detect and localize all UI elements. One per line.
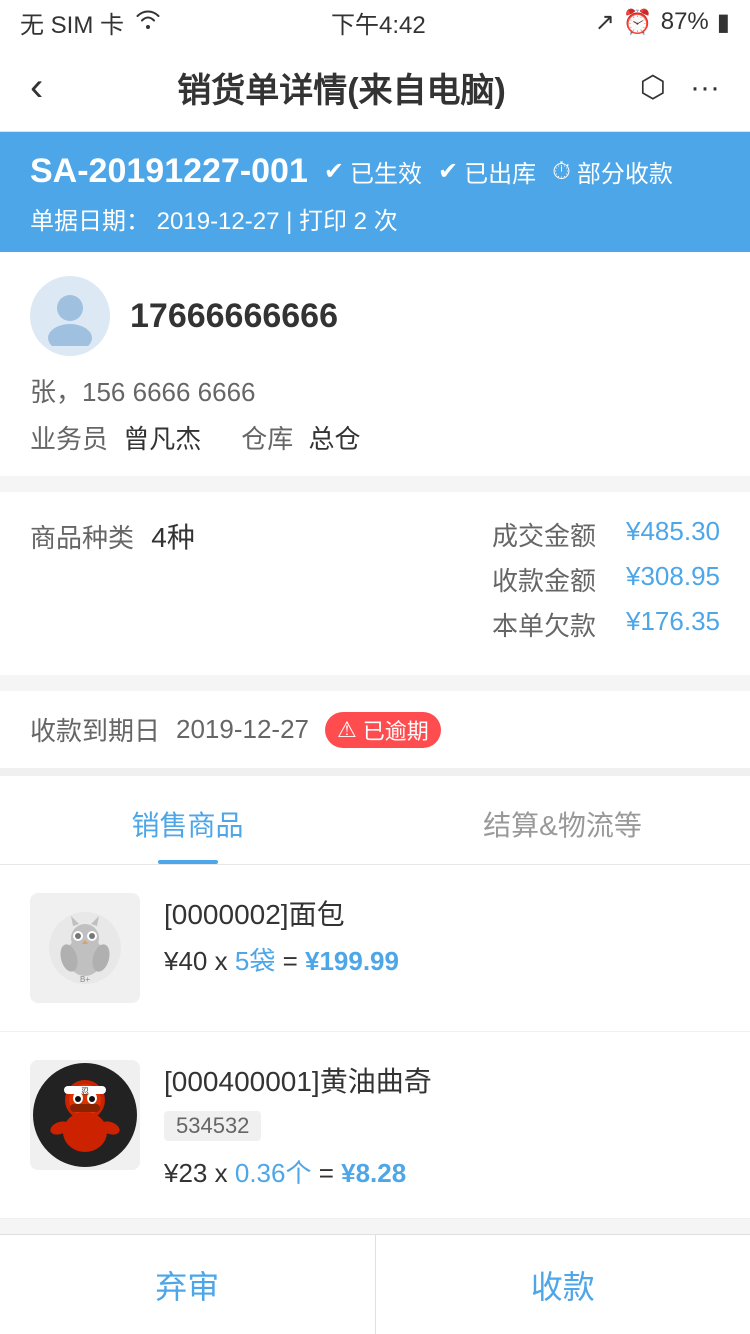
header-band-top: SA-20191227-001 ✔ 已生效 ✔ 已出库 ⏱ 部分收款 — [30, 152, 720, 191]
products-section: B+ [0000002]面包 ¥40 x 5袋 = ¥199.99 — [0, 865, 750, 1219]
product-price-2: ¥23 x 0.36个 = ¥8.28 — [164, 1153, 720, 1190]
header-band: SA-20191227-001 ✔ 已生效 ✔ 已出库 ⏱ 部分收款 单据日期：… — [0, 132, 750, 252]
badge-partial: ⏱ 部分收款 — [552, 154, 673, 189]
received-row: 收款金额 ¥308.95 — [492, 561, 720, 598]
product-price-1: ¥40 x 5袋 = ¥199.99 — [164, 941, 720, 978]
status-left: 无 SIM 卡 — [20, 5, 162, 40]
tabs-section: 销售商品 结算&物流等 — [0, 776, 750, 865]
overdue-badge: ⚠ 已逾期 — [325, 712, 441, 748]
summary-amounts: 成交金额 ¥485.30 收款金额 ¥308.95 本单欠款 ¥176.35 — [492, 516, 720, 651]
battery-text: 87% — [661, 8, 709, 36]
collect-payment-button[interactable]: 收款 — [376, 1235, 750, 1334]
status-bar: 无 SIM 卡 下午4:42 ↗ ⏰ 87% ▮ — [0, 0, 750, 44]
nav-actions: ⬡ ··· — [640, 70, 720, 105]
bottom-bar: 弃审 收款 — [0, 1234, 750, 1334]
product-name-1: [0000002]面包 — [164, 893, 720, 933]
product-info-1: [0000002]面包 ¥40 x 5袋 = ¥199.99 — [164, 893, 720, 978]
status-right: ↗ ⏰ 87% ▮ — [595, 8, 730, 37]
due-date-section: 收款到期日 2019-12-27 ⚠ 已逾期 — [0, 691, 750, 776]
share-icon[interactable]: ⬡ — [640, 70, 666, 105]
summary-section: 商品种类 4种 成交金额 ¥485.30 收款金额 ¥308.95 本单欠款 ¥… — [0, 492, 750, 675]
overdue-icon: ⚠ — [337, 717, 357, 743]
order-id: SA-20191227-001 — [30, 152, 308, 191]
customer-meta: 业务员 曾凡杰 仓库 总仓 — [30, 419, 720, 456]
amount-row: 成交金额 ¥485.30 — [492, 516, 720, 553]
battery-icon: ▮ — [717, 8, 730, 37]
product-types: 商品种类 4种 — [30, 516, 195, 556]
alarm-icon: ⏰ — [623, 8, 653, 37]
svg-text:B+: B+ — [80, 975, 90, 984]
avatar — [30, 276, 110, 356]
customer-top: 17666666666 — [30, 276, 720, 356]
due-date-value: 2019-12-27 — [176, 714, 309, 745]
product-info-2: [000400001]黄油曲奇 534532 ¥23 x 0.36个 = ¥8.… — [164, 1060, 720, 1190]
svg-text:忍: 忍 — [81, 1087, 89, 1096]
customer-name-phone: 张，156 6666 6666 — [30, 372, 720, 409]
cancel-review-button[interactable]: 弃审 — [0, 1235, 376, 1334]
header-band-bottom: 单据日期： 2019-12-27 | 打印 2 次 — [30, 201, 720, 236]
tab-settlement-logistics[interactable]: 结算&物流等 — [375, 776, 750, 864]
check-icon-2: ✔ — [438, 157, 458, 186]
due-date-label: 收款到期日 — [30, 711, 160, 748]
more-icon[interactable]: ··· — [690, 71, 720, 105]
customer-section: 17666666666 张，156 6666 6666 业务员 曾凡杰 仓库 总… — [0, 252, 750, 476]
warehouse: 仓库 总仓 — [241, 419, 360, 456]
debt-row: 本单欠款 ¥176.35 — [492, 606, 720, 643]
product-thumbnail-1: B+ — [30, 893, 140, 1003]
wifi-icon — [134, 8, 162, 36]
carrier-text: 无 SIM 卡 — [20, 5, 124, 40]
back-button[interactable]: ‹ — [30, 65, 43, 110]
badge-shipped: ✔ 已出库 — [438, 154, 536, 189]
sales-person: 业务员 曾凡杰 — [30, 419, 201, 456]
check-icon-1: ✔ — [324, 157, 344, 186]
product-name-2: [000400001]黄油曲奇 — [164, 1060, 720, 1100]
location-icon: ↗ — [595, 8, 615, 37]
clock-icon: ⏱ — [552, 158, 571, 186]
nav-bar: ‹ 销货单详情(来自电脑) ⬡ ··· — [0, 44, 750, 132]
product-thumbnail-2: 忍 — [30, 1060, 140, 1170]
page-title: 销货单详情(来自电脑) — [177, 63, 506, 112]
product-tag-2: 534532 — [164, 1111, 261, 1141]
tab-sales-products[interactable]: 销售商品 — [0, 776, 375, 864]
list-item: 忍 [000400001]黄油曲奇 534532 ¥23 x 0.36个 = ¥… — [0, 1032, 750, 1219]
customer-phone: 17666666666 — [130, 297, 338, 336]
badge-effective: ✔ 已生效 — [324, 154, 422, 189]
time-text: 下午4:42 — [331, 5, 426, 40]
list-item: B+ [0000002]面包 ¥40 x 5袋 = ¥199.99 — [0, 865, 750, 1032]
